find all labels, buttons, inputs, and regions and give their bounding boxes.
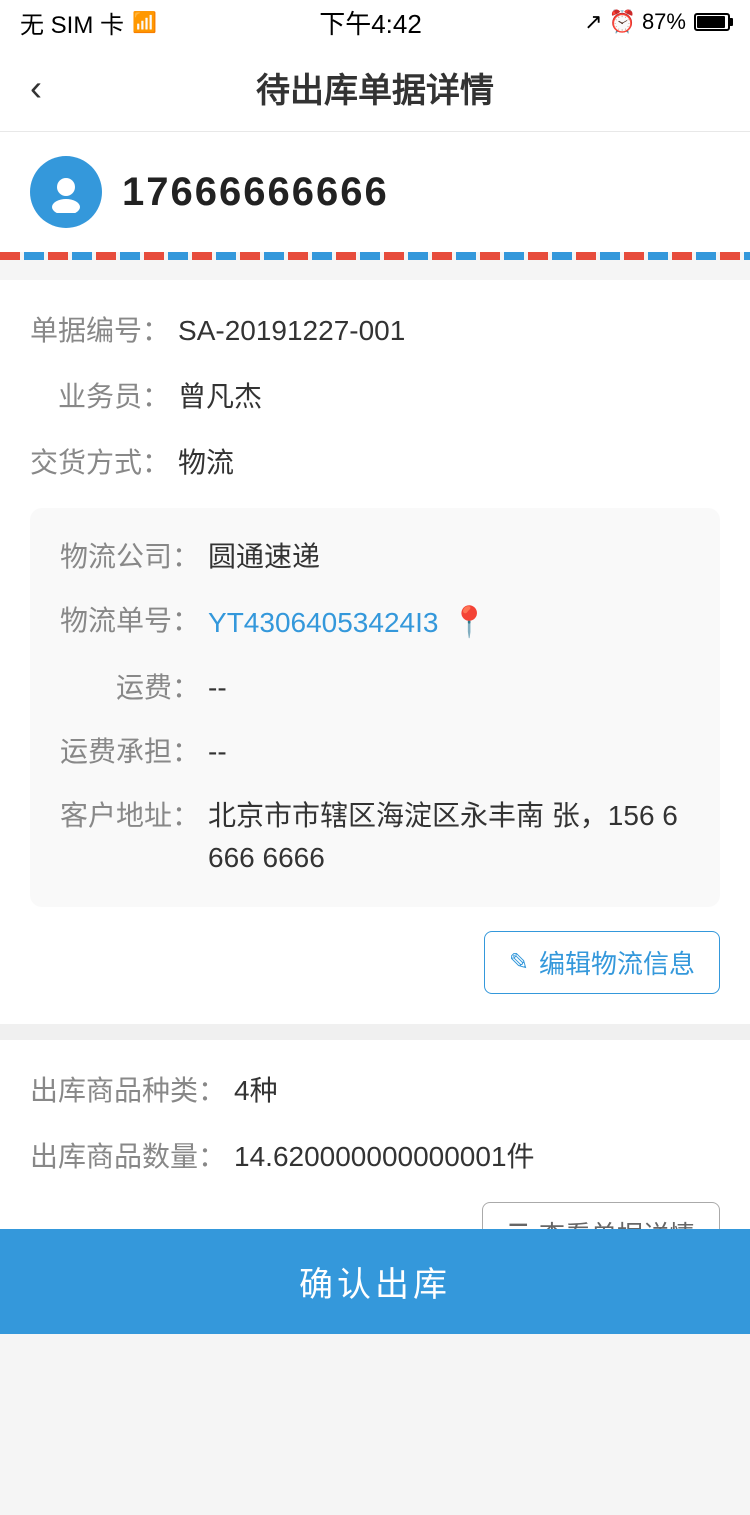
goods-types-label: 出库商品种类： — [30, 1070, 226, 1112]
goods-quantity-value: 14.620000000000001件 — [234, 1136, 720, 1178]
goods-quantity-row: 出库商品数量： 14.620000000000001件 — [30, 1136, 720, 1178]
status-bar: 无 SIM 卡 📶 下午4:42 ↗ ⏰ 87% — [0, 0, 750, 44]
freight-value: -- — [208, 667, 690, 709]
deco-divider — [0, 252, 750, 260]
map-pin-icon[interactable]: 📍 — [450, 600, 487, 645]
address-value: 北京市市辖区海淀区永丰南 张，156 6666 6666 — [208, 795, 690, 879]
address-label: 客户地址： — [60, 795, 200, 837]
delivery-method-value: 物流 — [178, 442, 720, 484]
wifi-icon: 📶 — [132, 10, 157, 35]
sales-person-row: 业务员： 曾凡杰 — [30, 376, 720, 418]
freight-row: 运费： -- — [60, 667, 690, 709]
freight-bearer-label: 运费承担： — [60, 731, 200, 773]
logistics-card: 物流公司： 圆通速递 物流单号： YT43064053424I3 📍 运费： -… — [30, 508, 720, 907]
order-number-value: SA-20191227-001 — [178, 310, 720, 352]
location-status-icon: ↗ — [584, 9, 602, 35]
order-info-section: 单据编号： SA-20191227-001 业务员： 曾凡杰 交货方式： 物流 … — [0, 280, 750, 1024]
status-left: 无 SIM 卡 📶 — [20, 5, 157, 40]
tracking-number-row: 物流单号： YT43064053424I3 📍 — [60, 600, 690, 645]
back-button[interactable]: ‹ — [30, 67, 42, 109]
sales-person-label: 业务员： — [30, 376, 170, 418]
avatar — [30, 156, 102, 228]
logistics-company-value: 圆通速递 — [208, 536, 690, 578]
battery-percent: 87% — [642, 9, 686, 35]
edit-logistics-label: 编辑物流信息 — [539, 944, 695, 981]
order-number-row: 单据编号： SA-20191227-001 — [30, 310, 720, 352]
delivery-method-label: 交货方式： — [30, 442, 170, 484]
goods-types-row: 出库商品种类： 4种 — [30, 1070, 720, 1112]
confirm-outbound-label: 确认出库 — [299, 1266, 451, 1304]
status-right: ↗ ⏰ 87% — [584, 9, 730, 35]
confirm-outbound-button[interactable]: 确认出库 — [0, 1229, 750, 1334]
tracking-number-label: 物流单号： — [60, 600, 200, 642]
freight-label: 运费： — [60, 667, 200, 709]
delivery-method-row: 交货方式： 物流 — [30, 442, 720, 484]
logistics-company-row: 物流公司： 圆通速递 — [60, 536, 690, 578]
sales-person-value: 曾凡杰 — [178, 376, 720, 418]
address-row: 客户地址： 北京市市辖区海淀区永丰南 张，156 6666 6666 — [60, 795, 690, 879]
nav-bar: ‹ 待出库单据详情 — [0, 44, 750, 132]
page-title: 待出库单据详情 — [256, 63, 494, 112]
edit-logistics-button[interactable]: ✎ 编辑物流信息 — [484, 931, 720, 994]
goods-types-value: 4种 — [234, 1070, 720, 1112]
battery-icon — [694, 13, 730, 31]
edit-icon: ✎ — [509, 948, 529, 977]
edit-logistics-btn-wrap: ✎ 编辑物流信息 — [30, 931, 720, 994]
section-divider — [0, 1024, 750, 1040]
user-header: 17666666666 — [0, 132, 750, 252]
status-time: 下午4:42 — [319, 4, 422, 41]
logistics-company-label: 物流公司： — [60, 536, 200, 578]
freight-bearer-row: 运费承担： -- — [60, 731, 690, 773]
alarm-icon: ⏰ — [609, 9, 636, 35]
user-phone: 17666666666 — [122, 170, 389, 215]
order-number-label: 单据编号： — [30, 310, 170, 352]
carrier-label: 无 SIM 卡 — [20, 5, 124, 40]
goods-quantity-label: 出库商品数量： — [30, 1136, 226, 1178]
tracking-number-value: YT43064053424I3 📍 — [208, 600, 690, 645]
freight-bearer-value: -- — [208, 731, 690, 773]
